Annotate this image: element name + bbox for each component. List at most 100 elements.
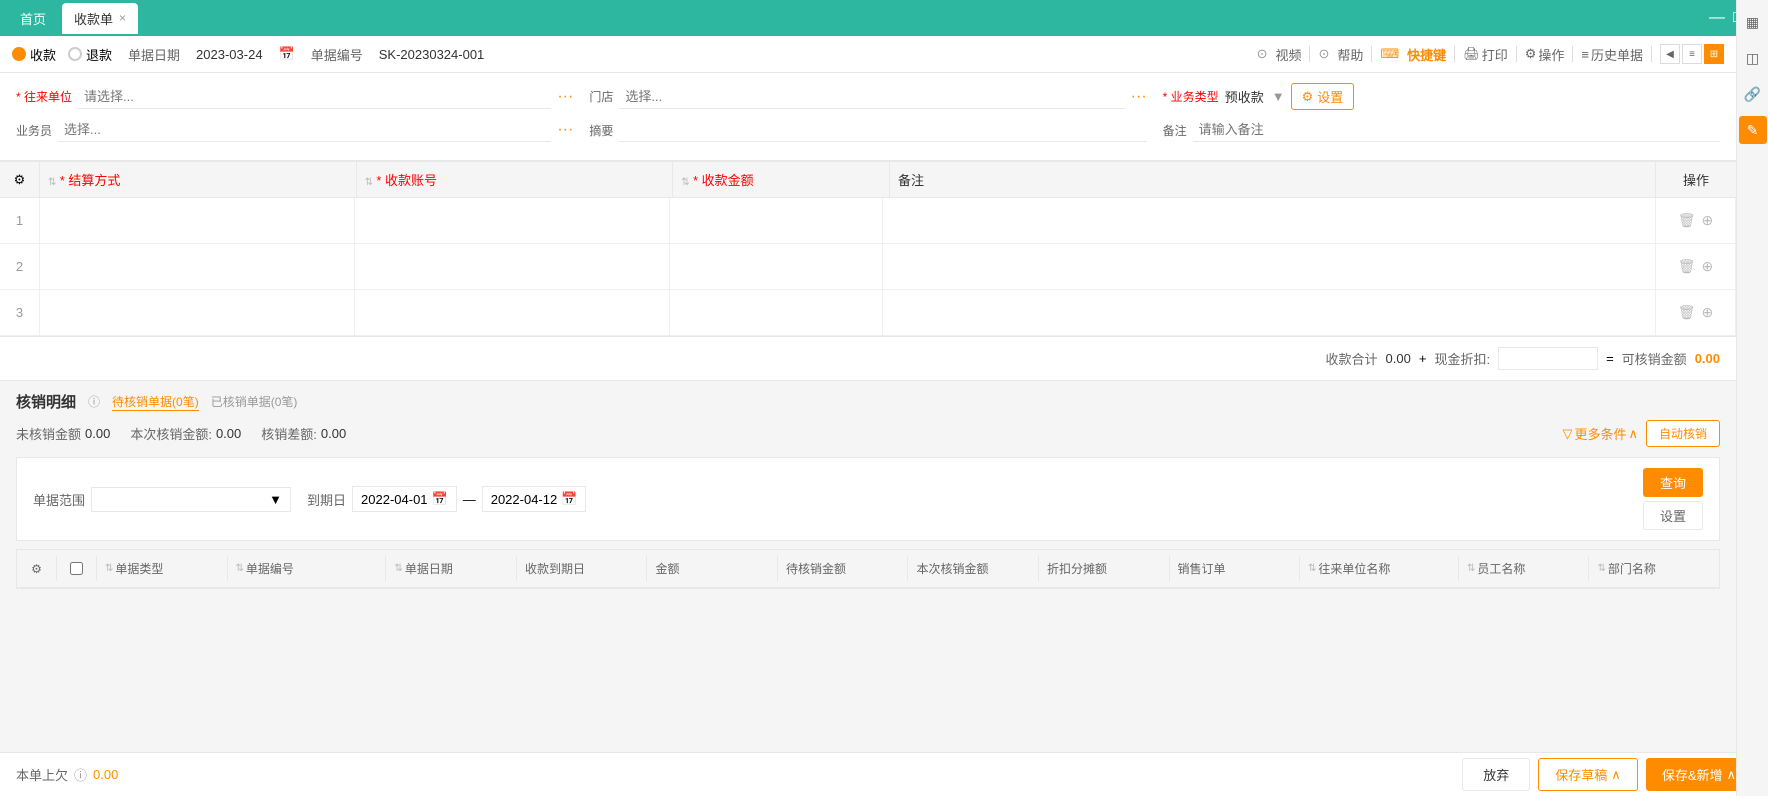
help-btn[interactable]: 帮助 [1337,45,1363,64]
counterpart-input[interactable] [78,85,551,109]
row-account-1[interactable] [355,198,670,243]
counterpart-more-btn[interactable]: ··· [557,88,573,106]
salesperson-more-btn[interactable]: ··· [557,121,573,139]
table-row: 1 🗑 ⊕ [0,198,1736,244]
row-amount-1[interactable] [670,198,883,243]
radio-refund[interactable]: 退款 [68,45,112,64]
remark-input[interactable] [1193,118,1720,142]
detail-pending-col: 待核销金额 [778,556,909,581]
save-draft-btn[interactable]: 保存草稿 ∧ [1538,758,1638,791]
row-copy-icon-3[interactable]: ⊕ [1702,304,1714,321]
shortcut-btn[interactable]: 快捷键 [1407,45,1446,64]
section-title: 核销明细 [16,391,76,412]
row-copy-icon-2[interactable]: ⊕ [1702,258,1714,275]
auto-verify-btn[interactable]: 自动核销 [1646,420,1720,447]
detail-counterpart-col: ⇅ 往来单位名称 [1300,556,1459,581]
row-remark-1[interactable] [883,198,1657,243]
col-settings[interactable]: ⚙ [0,162,40,197]
calendar-icon[interactable]: 📅 [279,46,295,62]
date-from-input[interactable]: 2022-04-01 📅 [352,486,457,512]
select-all-checkbox[interactable] [70,562,83,575]
unverified-stat: 未核销金额 0.00 [16,424,110,443]
form-row-2: 业务员 ··· 摘要 备注 [16,118,1720,142]
row-remark-3[interactable] [883,290,1657,335]
tab-collection[interactable]: 收款单 × [62,3,138,34]
range-select[interactable]: ▼ [91,487,291,512]
salesperson-input[interactable] [58,118,551,142]
detail-duedate-col: 收款到期日 [517,556,648,581]
plus-sign: + [1419,351,1427,366]
sidebar-edit-icon[interactable]: ✎ [1739,116,1767,144]
row-actions-2: 🗑 ⊕ [1656,244,1736,289]
filter-icon: ▽ [1562,426,1572,442]
discount-input[interactable] [1498,347,1598,370]
counterpart-field: 往来单位 ··· [16,85,573,109]
radio-collection-label: 收款 [30,45,56,64]
col-settlement-header: ⇅ * 结算方式 [40,162,357,197]
number-value: SK-20230324-001 [379,47,485,62]
store-input[interactable] [619,85,1124,109]
operation-btn[interactable]: ⚙ 操作 [1525,45,1565,64]
counterpart-label: 往来单位 [16,88,72,105]
business-type-dropdown[interactable]: ▼ [1272,89,1285,104]
toolbar: 收款 退款 单据日期 2023-03-24 📅 单据编号 SK-20230324… [0,36,1736,73]
store-more-btn[interactable]: ··· [1131,88,1147,106]
filter-setting-btn[interactable]: 设置 [1643,501,1703,530]
row-delete-icon-3[interactable]: 🗑 [1678,304,1696,321]
video-btn[interactable]: 视频 [1275,45,1301,64]
row-amount-3[interactable] [670,290,883,335]
info-icon[interactable]: ⓘ [88,393,100,410]
more-conditions-btn[interactable]: ▽ 更多条件 ∧ [1562,424,1638,443]
abandon-btn[interactable]: 放弃 [1462,758,1530,791]
detail-type-col: ⇅ 单据类型 [97,556,228,581]
print-btn[interactable]: 🖨 打印 [1463,45,1508,64]
row-settlement-2[interactable] [40,244,355,289]
row-amount-2[interactable] [670,244,883,289]
date-label: 单据日期 [128,45,180,64]
summary-input[interactable] [619,118,1146,142]
row-copy-icon-1[interactable]: ⊕ [1702,212,1714,229]
date-range-dash: — [463,492,476,507]
tab-bar: 首页 收款单 × — □ × [0,0,1768,36]
history-btn[interactable]: ≡ 历史单据 [1581,45,1643,64]
detail-current-col: 本次核销金额 [908,556,1039,581]
row-remark-2[interactable] [883,244,1657,289]
detail-settings-col[interactable]: ⚙ [17,556,57,581]
bottom-value: 0.00 [93,767,118,782]
summary-field: 摘要 [589,118,1146,142]
radio-collection[interactable]: 收款 [12,45,56,64]
row-delete-icon-1[interactable]: 🗑 [1678,212,1696,229]
remark-field: 备注 [1163,118,1720,142]
layout-icon-grid[interactable]: ⊞ [1704,44,1724,64]
tab-home[interactable]: 首页 [8,3,58,34]
summary-bar: 收款合计 0.00 + 现金折扣: = 可核销金额 0.00 [0,336,1736,381]
row-delete-icon-2[interactable]: 🗑 [1678,258,1696,275]
sidebar-table-icon[interactable]: ▦ [1739,8,1767,36]
salesperson-field: 业务员 ··· [16,118,573,142]
query-btn[interactable]: 查询 [1643,468,1703,497]
done-tab[interactable]: 已核销单据(0笔) [211,393,298,410]
business-type-label: 业务类型 [1163,88,1219,105]
minimize-btn[interactable]: — [1709,9,1725,27]
layout-icon-list[interactable]: ≡ [1682,44,1702,64]
sort-icon: ⇅ [1308,563,1316,574]
diff-value: 0.00 [321,426,346,441]
sort-icon: ⇅ [1467,563,1475,574]
total-value: 0.00 [1386,351,1411,366]
sort-icon: ⇅ [394,563,402,574]
settings-btn[interactable]: ⚙ 设置 [1291,83,1355,110]
pending-tab[interactable]: 待核销单据(0笔) [112,393,199,411]
sidebar-document-icon[interactable]: ◫ [1739,44,1767,72]
row-account-3[interactable] [355,290,670,335]
detail-employee-col: ⇅ 员工名称 [1459,556,1590,581]
row-settlement-1[interactable] [40,198,355,243]
detail-check-col[interactable] [57,556,97,581]
tab-close-icon[interactable]: × [119,11,126,25]
row-account-2[interactable] [355,244,670,289]
date-to-input[interactable]: 2022-04-12 📅 [482,486,587,512]
info-circle-icon[interactable]: ⓘ [74,765,87,784]
sidebar-link-icon[interactable]: 🔗 [1739,80,1767,108]
stats-row: 未核销金额 0.00 本次核销金额: 0.00 核销差额: 0.00 ▽ 更多条… [16,420,1720,447]
layout-icon-left[interactable]: ◀ [1660,44,1680,64]
row-settlement-3[interactable] [40,290,355,335]
